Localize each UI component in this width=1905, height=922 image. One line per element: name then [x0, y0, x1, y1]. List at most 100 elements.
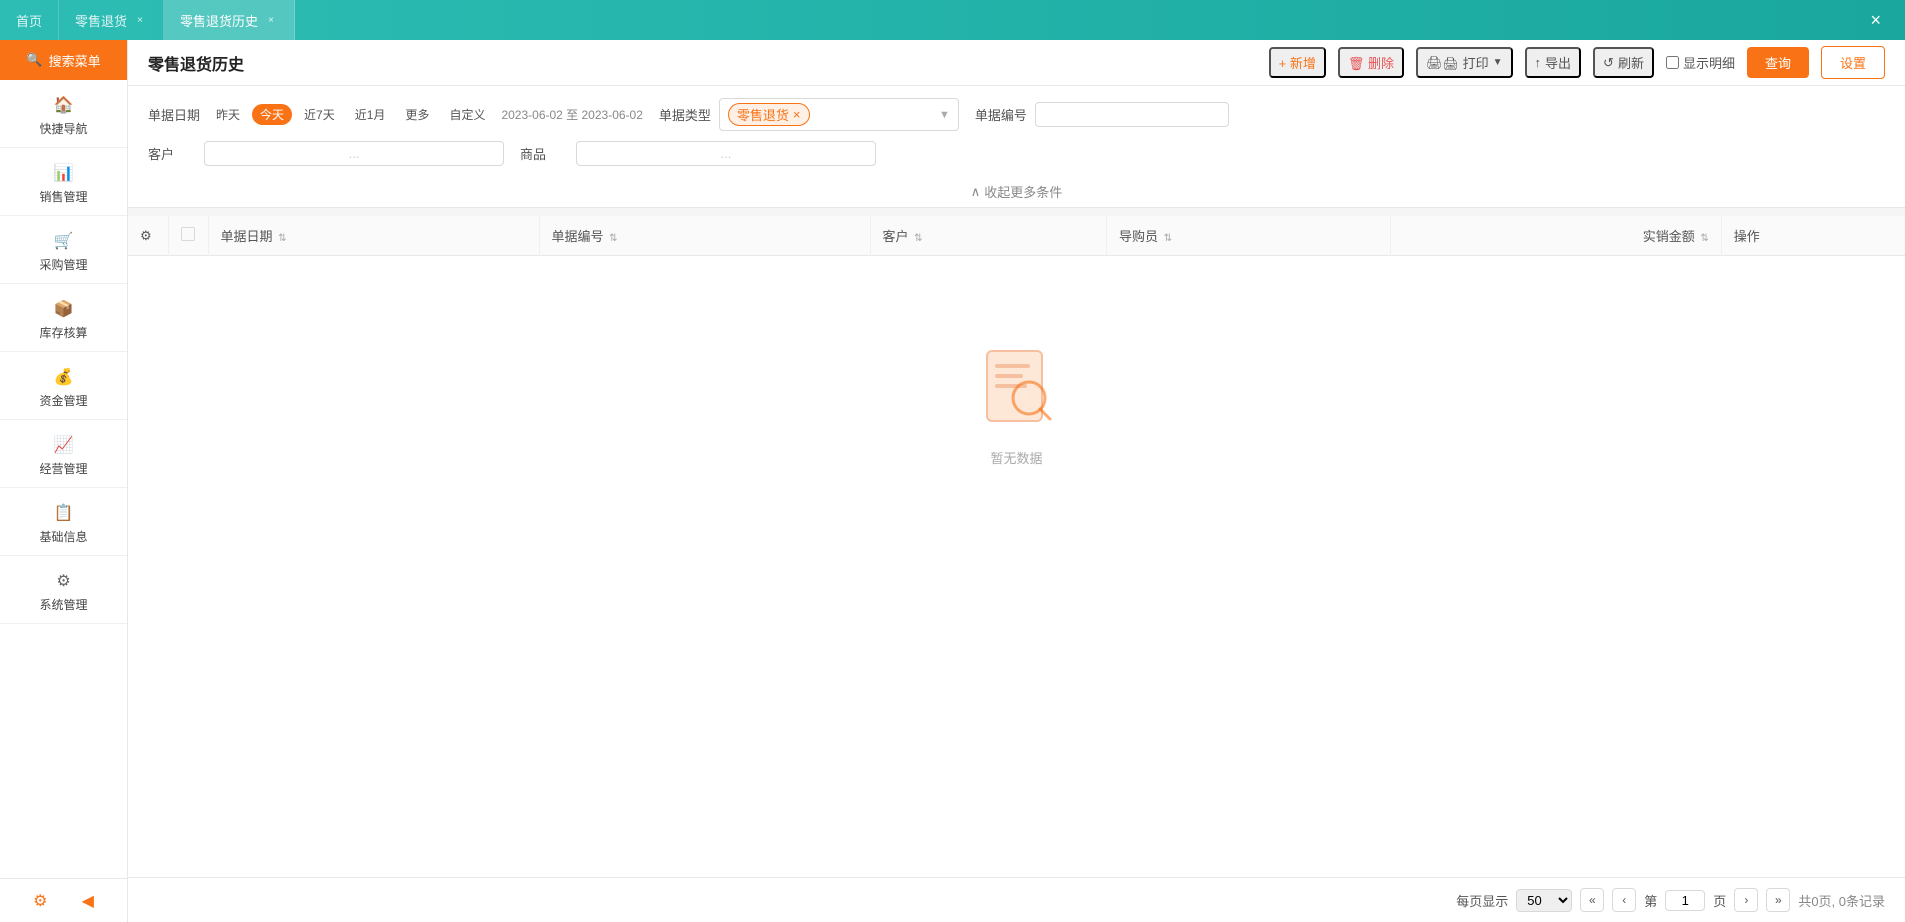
customer-placeholder: ... — [349, 146, 360, 161]
sidebar-bottom: ⚙ ◀ — [0, 878, 127, 922]
col-voucher-no[interactable]: 单据编号 ⇅ — [539, 216, 870, 256]
voucher-type-dropdown-icon: ▼ — [939, 109, 950, 121]
voucher-no-filter: 单据编号 — [975, 102, 1229, 127]
filter-row-2: 客户 ... 商品 ... — [148, 141, 1885, 166]
header-actions: + 新增 🗑 删除 🖨 🖨 打印 ▼ ↑ 导出 ↺ 刷新 显示明细 — [1269, 46, 1885, 79]
top-bar-right: × — [1862, 6, 1905, 35]
date-custom[interactable]: 自定义 — [441, 104, 493, 125]
first-page-button[interactable]: « — [1580, 888, 1604, 912]
print-dropdown-icon: ▼ — [1493, 57, 1503, 68]
sidebar-search[interactable]: 🔍 搜索菜单 — [0, 40, 127, 80]
export-label: 导出 — [1545, 53, 1571, 72]
next-page-button[interactable]: › — [1734, 888, 1758, 912]
per-page-select[interactable]: 50 20 100 — [1516, 889, 1572, 912]
inventory-icon: 📦 — [53, 298, 75, 320]
tag-close-icon[interactable]: × — [793, 107, 801, 122]
col-amount-sort: ⇅ — [1700, 233, 1708, 244]
filter-row-1: 单据日期 昨天 今天 近7天 近1月 更多 自定义 2023-06-02 至 2… — [148, 98, 1885, 131]
tab-retail-return-history[interactable]: 零售退货历史 × — [164, 0, 295, 40]
date-7days[interactable]: 近7天 — [296, 104, 343, 125]
tab-retail-return-history-close[interactable]: × — [264, 13, 278, 27]
goods-placeholder: ... — [721, 146, 732, 161]
window-close-button[interactable]: × — [1862, 6, 1889, 35]
goods-filter-label: 商品 — [520, 144, 568, 163]
sidebar-item-inventory[interactable]: 📦 库存核算 — [0, 284, 127, 352]
system-icon: ⚙ — [53, 570, 75, 592]
customer-input[interactable]: ... — [204, 141, 504, 166]
col-guide[interactable]: 导购员 ⇅ — [1107, 216, 1391, 256]
page-header: 零售退货历史 + 新增 🗑 删除 🖨 🖨 打印 ▼ ↑ 导出 ↺ 刷新 — [128, 40, 1905, 86]
col-voucher-no-label: 单据编号 — [552, 229, 604, 244]
col-guide-sort: ⇅ — [1164, 233, 1172, 244]
show-detail-checkbox[interactable]: 显示明细 — [1666, 53, 1735, 72]
finance-icon: 💰 — [53, 366, 75, 388]
table-settings-icon[interactable]: ⚙ — [140, 228, 152, 243]
inventory-label: 库存核算 — [39, 324, 87, 341]
date-1month[interactable]: 近1月 — [347, 104, 394, 125]
date-today[interactable]: 今天 — [252, 104, 292, 125]
operations-label: 经营管理 — [39, 460, 87, 477]
tab-home[interactable]: 首页 — [0, 0, 59, 40]
show-detail-input[interactable] — [1666, 56, 1679, 69]
page-input[interactable] — [1665, 890, 1705, 911]
system-label: 系统管理 — [39, 596, 87, 613]
page-title: 零售退货历史 — [148, 51, 244, 75]
col-amount[interactable]: 实销金额 ⇅ — [1390, 216, 1721, 256]
col-customer-label: 客户 — [883, 229, 909, 244]
date-more[interactable]: 更多 — [397, 104, 437, 125]
settings-button[interactable]: 设置 — [1821, 46, 1885, 79]
col-customer-sort: ⇅ — [914, 233, 922, 244]
sidebar-item-basic-info[interactable]: 📋 基础信息 — [0, 488, 127, 556]
col-check[interactable] — [168, 216, 208, 256]
tab-home-label: 首页 — [16, 11, 42, 30]
collapse-bar[interactable]: ∧ 收起更多条件 — [148, 176, 1885, 207]
tab-retail-return-close[interactable]: × — [133, 13, 147, 27]
last-page-button[interactable]: » — [1766, 888, 1790, 912]
select-all-checkbox[interactable] — [181, 227, 195, 241]
sidebar-item-finance[interactable]: 💰 资金管理 — [0, 352, 127, 420]
sidebar-item-quick-nav[interactable]: 🏠 快捷导航 — [0, 80, 127, 148]
purchase-label: 采购管理 — [39, 256, 87, 273]
show-detail-label: 显示明细 — [1683, 53, 1735, 72]
col-settings[interactable]: ⚙ — [128, 216, 168, 256]
refresh-button[interactable]: ↺ 刷新 — [1593, 47, 1654, 78]
basic-info-label: 基础信息 — [39, 528, 87, 545]
refresh-icon: ↺ — [1603, 55, 1614, 71]
search-icon: 🔍 — [26, 52, 42, 68]
sidebar-item-operations[interactable]: 📈 经营管理 — [0, 420, 127, 488]
sidebar-settings-button[interactable]: ⚙ — [33, 891, 47, 911]
prev-page-button[interactable]: ‹ — [1612, 888, 1636, 912]
basic-info-icon: 📋 — [53, 502, 75, 524]
voucher-no-label: 单据编号 — [975, 105, 1027, 124]
voucher-type-tag: 零售退货 × — [728, 103, 810, 126]
voucher-type-label: 单据类型 — [659, 105, 711, 124]
col-action: 操作 — [1721, 216, 1905, 256]
col-date[interactable]: 单据日期 ⇅ — [208, 216, 539, 256]
delete-button[interactable]: 🗑 删除 — [1338, 47, 1404, 78]
print-button[interactable]: 🖨 🖨 打印 ▼ — [1416, 47, 1513, 78]
export-button[interactable]: ↑ 导出 — [1525, 47, 1582, 78]
tab-retail-return-history-label: 零售退货历史 — [180, 11, 258, 30]
query-button[interactable]: 查询 — [1747, 47, 1809, 78]
voucher-type-select[interactable]: 零售退货 × ▼ — [719, 98, 959, 131]
quick-nav-icon: 🏠 — [53, 94, 75, 116]
sidebar-search-label: 搜索菜单 — [49, 51, 101, 70]
col-customer[interactable]: 客户 ⇅ — [870, 216, 1106, 256]
tab-retail-return[interactable]: 零售退货 × — [59, 0, 164, 40]
purchase-icon: 🛒 — [53, 230, 75, 252]
empty-text: 暂无数据 — [990, 448, 1042, 467]
date-yesterday[interactable]: 昨天 — [208, 104, 248, 125]
col-date-sort: ⇅ — [278, 233, 286, 244]
tab-retail-return-label: 零售退货 — [75, 11, 127, 30]
voucher-no-input[interactable] — [1035, 102, 1229, 127]
quick-nav-label: 快捷导航 — [39, 120, 87, 137]
new-button[interactable]: + 新增 — [1269, 47, 1326, 78]
sidebar-collapse-button[interactable]: ◀ — [82, 891, 94, 911]
sidebar-item-purchase[interactable]: 🛒 采购管理 — [0, 216, 127, 284]
operations-icon: 📈 — [53, 434, 75, 456]
goods-input[interactable]: ... — [576, 141, 876, 166]
sidebar-item-system[interactable]: ⚙ 系统管理 — [0, 556, 127, 624]
sidebar-item-sales[interactable]: 📊 销售管理 — [0, 148, 127, 216]
export-icon: ↑ — [1535, 55, 1542, 70]
col-date-label: 单据日期 — [221, 229, 273, 244]
